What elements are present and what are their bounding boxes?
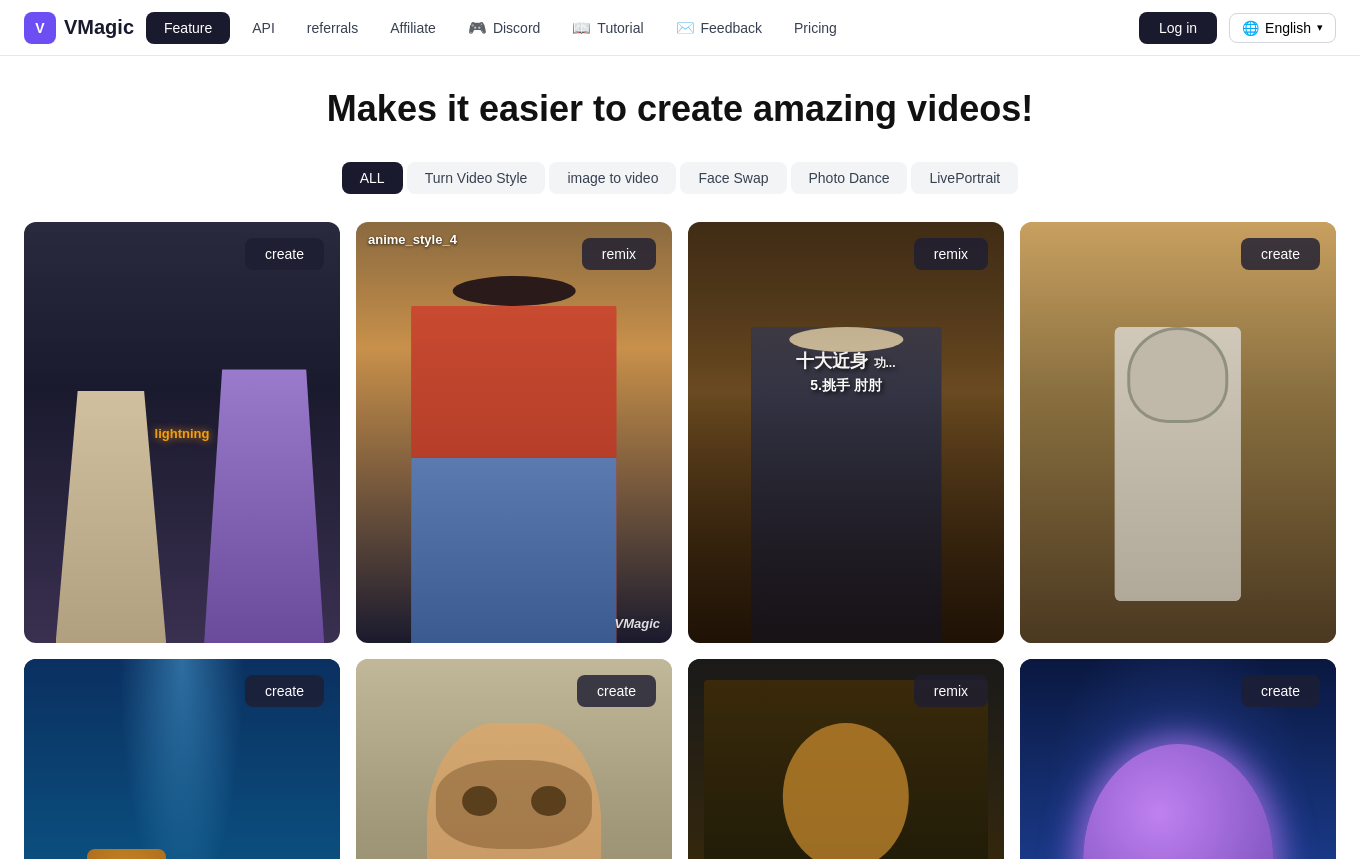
card-grid: lightning create anime_style_4 VMagic re…: [24, 222, 1336, 859]
card-2: anime_style_4 VMagic remix: [356, 222, 672, 643]
tutorial-button[interactable]: 📖 Tutorial: [558, 11, 657, 45]
card-4: create: [1020, 222, 1336, 643]
feedback-button[interactable]: ✉️ Feedback: [662, 11, 776, 45]
language-selector[interactable]: 🌐 English ▾: [1229, 13, 1336, 43]
card-8: create: [1020, 659, 1336, 859]
lightning-label: lightning: [155, 425, 210, 440]
affiliate-button[interactable]: Affiliate: [376, 12, 450, 44]
chinese-text-card3: 十大近身 功... 5.挑手 肘肘: [796, 348, 895, 396]
card-5: create: [24, 659, 340, 859]
globe-icon: 🌐: [1242, 20, 1259, 36]
dancer-figure-2: [204, 369, 324, 643]
create-button-4[interactable]: create: [1241, 238, 1320, 270]
chinese-line-1: 十大近身 功...: [796, 348, 895, 375]
tab-liveportrait[interactable]: LivePortrait: [911, 162, 1018, 194]
feature-button[interactable]: Feature: [146, 12, 230, 44]
hero-face: [783, 723, 909, 859]
remix-button-3[interactable]: remix: [914, 238, 988, 270]
logo-icon: V: [24, 12, 56, 44]
hero-title: Makes it easier to create amazing videos…: [24, 88, 1336, 130]
card-7: remix: [688, 659, 1004, 859]
login-button[interactable]: Log in: [1139, 12, 1217, 44]
brand-logo[interactable]: V VMagic: [24, 12, 134, 44]
chevron-down-icon: ▾: [1317, 21, 1323, 34]
language-label: English: [1265, 20, 1311, 36]
navbar: V VMagic Feature API referrals Affiliate…: [0, 0, 1360, 56]
tab-all[interactable]: ALL: [342, 162, 403, 194]
api-button[interactable]: API: [238, 12, 289, 44]
brand-name: VMagic: [64, 16, 134, 39]
create-button-5[interactable]: create: [245, 675, 324, 707]
email-icon: ✉️: [676, 19, 695, 37]
tab-image-to-video[interactable]: image to video: [549, 162, 676, 194]
tab-face-swap[interactable]: Face Swap: [680, 162, 786, 194]
main-content: Makes it easier to create amazing videos…: [0, 56, 1360, 859]
card-3: 十大近身 功... 5.挑手 肘肘 remix: [688, 222, 1004, 643]
dancer-figure-1: [56, 391, 167, 644]
tab-photo-dance[interactable]: Photo Dance: [791, 162, 908, 194]
astronaut-figure: [1115, 327, 1241, 601]
referrals-button[interactable]: referrals: [293, 12, 372, 44]
light-ray: [119, 659, 245, 859]
pricing-button[interactable]: Pricing: [780, 12, 851, 44]
tab-turn-video-style[interactable]: Turn Video Style: [407, 162, 546, 194]
card-1: lightning create: [24, 222, 340, 643]
anime-style-label: anime_style_4: [368, 232, 457, 247]
anime-figure: [411, 306, 616, 643]
create-button-6[interactable]: create: [577, 675, 656, 707]
discord-icon: 🎮: [468, 19, 487, 37]
remix-button-2[interactable]: remix: [582, 238, 656, 270]
remix-button-7[interactable]: remix: [914, 675, 988, 707]
discord-button[interactable]: 🎮 Discord: [454, 11, 554, 45]
create-button-8[interactable]: create: [1241, 675, 1320, 707]
create-button-1[interactable]: create: [245, 238, 324, 270]
card-6: create: [356, 659, 672, 859]
chinese-line-2: 5.挑手 肘肘: [796, 375, 895, 396]
book-icon: 📖: [572, 19, 591, 37]
filter-tabs: ALL Turn Video Style image to video Face…: [24, 162, 1336, 194]
hair: [436, 760, 592, 848]
vmagic-watermark: VMagic: [614, 616, 660, 631]
temple-element: [87, 849, 166, 859]
